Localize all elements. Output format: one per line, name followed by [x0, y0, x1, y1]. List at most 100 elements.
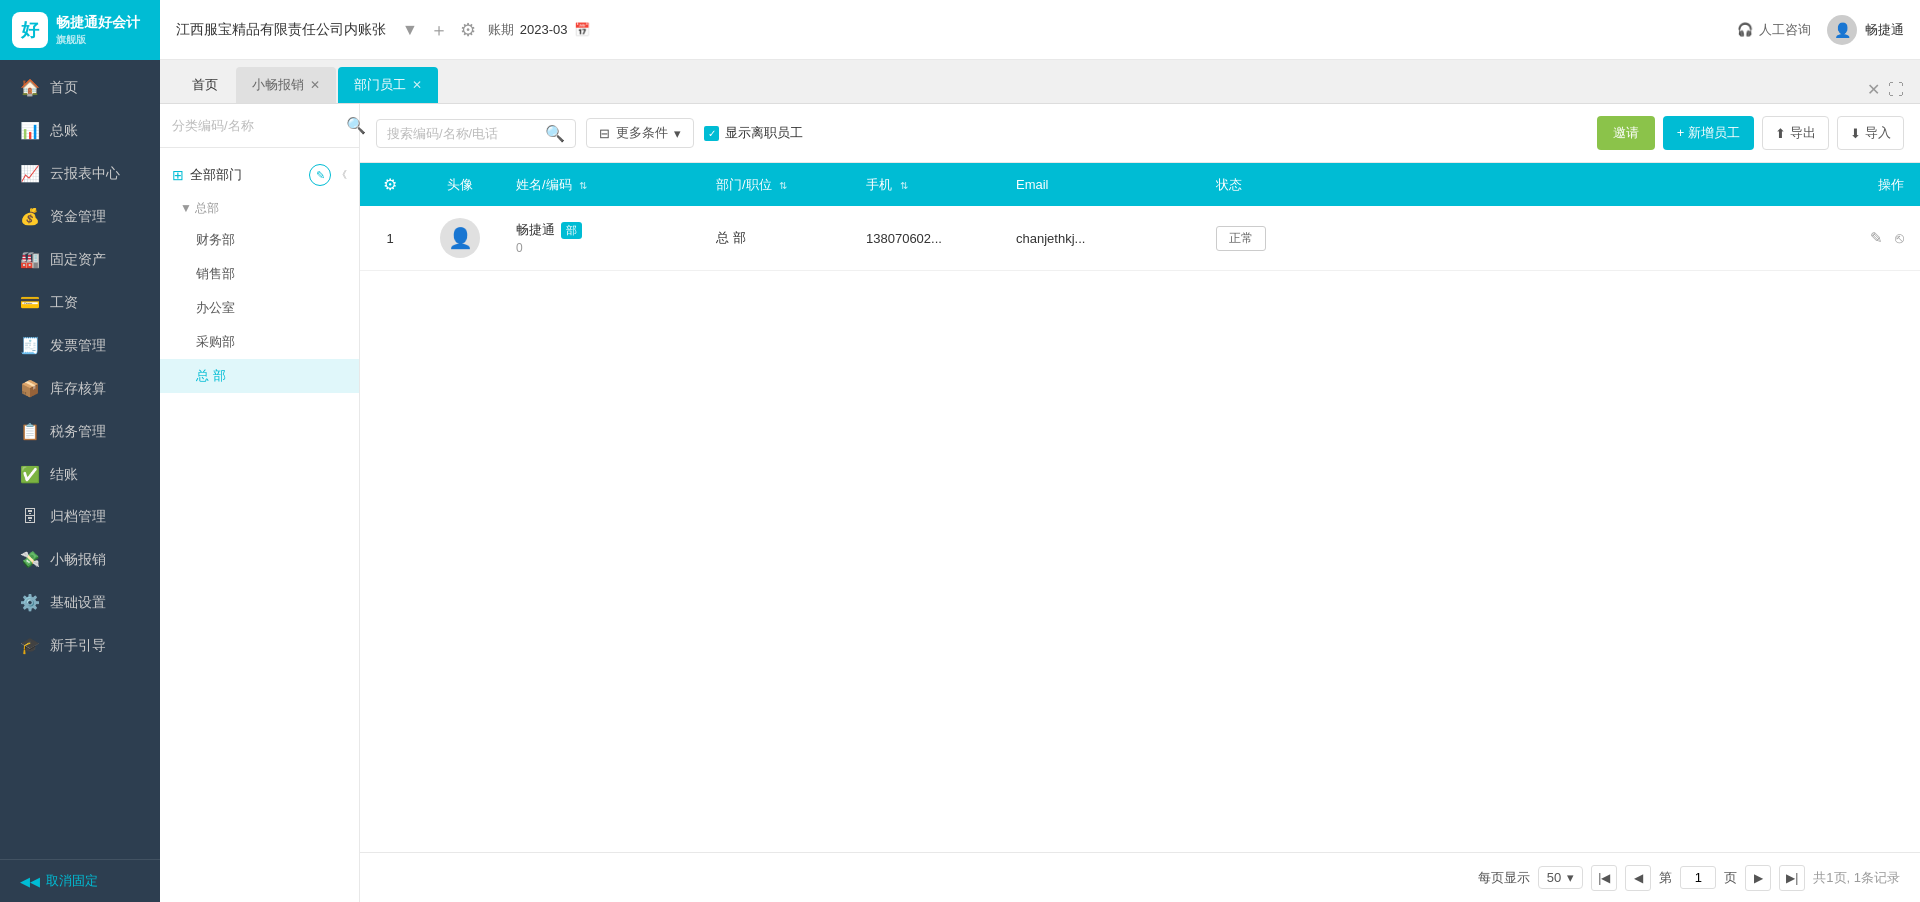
company-dropdown-icon[interactable]: ▼	[402, 21, 418, 39]
name-col-header[interactable]: 姓名/编码 ⇅	[500, 163, 700, 206]
dept-col-label: 部门/职位	[716, 177, 772, 192]
sidebar-item-label: 小畅报销	[50, 551, 106, 569]
dept-item-office[interactable]: 办公室	[160, 291, 359, 325]
sidebar-item-close[interactable]: ✅ 结账	[0, 453, 160, 496]
phone-sort-icon[interactable]: ⇅	[900, 180, 908, 191]
sidebar-item-tax[interactable]: 📋 税务管理	[0, 410, 160, 453]
support-label: 人工咨询	[1759, 21, 1811, 39]
sidebar-item-finance[interactable]: 💰 资金管理	[0, 195, 160, 238]
sidebar-item-home[interactable]: 🏠 首页	[0, 66, 160, 109]
dept-col-header[interactable]: 部门/职位 ⇅	[700, 163, 850, 206]
dept-group-zongbu: ▼ 总部	[160, 194, 359, 223]
sidebar-item-label: 云报表中心	[50, 165, 120, 183]
sidebar-item-label: 库存核算	[50, 380, 106, 398]
sidebar: 好 畅捷通好会计 旗舰版 🏠 首页 📊 总账 📈 云报表中心 💰 资金管理 🏭 …	[0, 0, 160, 902]
dept-item-procurement[interactable]: 采购部	[160, 325, 359, 359]
dept-panel: 🔍 ⊞ 全部部门 ✎ 《 ▼ 总部 财务部 销售部 办公室 采购部 总 部	[160, 104, 360, 902]
expense-icon: 💸	[20, 550, 40, 569]
employee-name-text: 畅捷通	[516, 221, 555, 239]
add-employee-button[interactable]: + 新增员工	[1663, 116, 1754, 150]
settings-col-header[interactable]: ⚙	[360, 163, 420, 206]
period-value: 2023-03	[520, 22, 568, 37]
sidebar-item-invoice[interactable]: 🧾 发票管理	[0, 324, 160, 367]
import-label: 导入	[1865, 124, 1891, 142]
logout-employee-icon[interactable]: ⎋	[1895, 229, 1904, 246]
close-employees-tab-icon[interactable]: ✕	[412, 78, 422, 92]
close-expense-tab-icon[interactable]: ✕	[310, 78, 320, 92]
actions-col-header: 操作	[1400, 163, 1920, 206]
tab-expense[interactable]: 小畅报销 ✕	[236, 67, 336, 103]
total-info: 共1页, 1条记录	[1813, 869, 1900, 887]
collapse-icon[interactable]: 《	[337, 168, 347, 182]
dept-item-zongbu[interactable]: 总 部	[160, 359, 359, 393]
home-icon: 🏠	[20, 78, 40, 97]
next-page-button[interactable]: ▶	[1745, 865, 1771, 891]
grid-icon: ⊞	[172, 167, 184, 183]
show-resigned-checkbox[interactable]: ✓	[704, 126, 719, 141]
topbar-settings-icon[interactable]: ⚙	[460, 19, 476, 41]
sidebar-item-guide[interactable]: 🎓 新手引导	[0, 624, 160, 667]
cancel-pin-button[interactable]: ◀◀ 取消固定	[0, 859, 160, 902]
expand-tab-action-icon[interactable]: ⛶	[1888, 81, 1904, 99]
sidebar-item-label: 税务管理	[50, 423, 106, 441]
status-col-header: 状态	[1200, 163, 1400, 206]
ledger-icon: 📊	[20, 121, 40, 140]
edit-employee-icon[interactable]: ✎	[1870, 229, 1883, 246]
page-size-select[interactable]: 50 ▾	[1538, 866, 1583, 889]
table-row: 1 👤 畅捷通 部 0 总 部	[360, 206, 1920, 271]
sidebar-item-ledger[interactable]: 📊 总账	[0, 109, 160, 152]
export-icon: ⬆	[1775, 126, 1786, 141]
dept-item-finance[interactable]: 财务部	[160, 223, 359, 257]
tab-home[interactable]: 首页	[176, 67, 234, 103]
avatar: 👤	[1827, 15, 1857, 45]
app-logo: 好 畅捷通好会计 旗舰版	[0, 0, 160, 60]
all-dept-label: 全部部门	[190, 166, 242, 184]
all-dept-header[interactable]: ⊞ 全部部门 ✎ 《	[160, 156, 359, 194]
close-tab-action-icon[interactable]: ✕	[1867, 80, 1880, 99]
export-button[interactable]: ⬆ 导出	[1762, 116, 1829, 150]
sidebar-item-assets[interactable]: 🏭 固定资产	[0, 238, 160, 281]
invite-button[interactable]: 邀请	[1597, 116, 1655, 150]
sidebar-item-inventory[interactable]: 📦 库存核算	[0, 367, 160, 410]
period-label: 账期	[488, 21, 514, 39]
sidebar-item-label: 基础设置	[50, 594, 106, 612]
row-email: chanjethkj...	[1000, 206, 1200, 271]
dept-search-input[interactable]	[172, 118, 340, 133]
left-arrow-icon: ◀◀	[20, 874, 40, 889]
user-menu[interactable]: 👤 畅捷通	[1827, 15, 1904, 45]
dept-item-sales[interactable]: 销售部	[160, 257, 359, 291]
page-number-input[interactable]	[1680, 866, 1716, 889]
edit-dept-icon[interactable]: ✎	[309, 164, 331, 186]
employee-name: 畅捷通 部	[516, 221, 684, 239]
sidebar-item-payroll[interactable]: 💳 工资	[0, 281, 160, 324]
page-size-value: 50	[1547, 870, 1561, 885]
topbar-right: 🎧 人工咨询 👤 畅捷通	[1737, 15, 1904, 45]
tabs-right-actions: ✕ ⛶	[1867, 80, 1904, 103]
tab-employees[interactable]: 部门员工 ✕	[338, 67, 438, 103]
sidebar-item-settings[interactable]: ⚙️ 基础设置	[0, 581, 160, 624]
last-page-button[interactable]: ▶|	[1779, 865, 1805, 891]
sidebar-item-reports[interactable]: 📈 云报表中心	[0, 152, 160, 195]
first-page-button[interactable]: |◀	[1591, 865, 1617, 891]
dept-sort-icon[interactable]: ⇅	[779, 180, 787, 191]
row-avatar: 👤	[420, 206, 500, 271]
avatar-image: 👤	[440, 218, 480, 258]
invoice-icon: 🧾	[20, 336, 40, 355]
add-company-icon[interactable]: ＋	[430, 18, 448, 42]
calendar-icon[interactable]: 📅	[574, 22, 590, 37]
tabs-bar: 首页 小畅报销 ✕ 部门员工 ✕ ✕ ⛶	[160, 60, 1920, 104]
status-badge: 正常	[1216, 226, 1266, 251]
row-num: 1	[360, 206, 420, 271]
show-resigned-toggle[interactable]: ✓ 显示离职员工	[704, 124, 803, 142]
avatar-col-header: 头像	[420, 163, 500, 206]
support-button[interactable]: 🎧 人工咨询	[1737, 21, 1811, 39]
name-sort-icon[interactable]: ⇅	[579, 180, 587, 191]
phone-col-header[interactable]: 手机 ⇅	[850, 163, 1000, 206]
filter-button[interactable]: ⊟ 更多条件 ▾	[586, 118, 694, 148]
prev-page-button[interactable]: ◀	[1625, 865, 1651, 891]
phone-col-label: 手机	[866, 177, 892, 192]
sidebar-item-expense[interactable]: 💸 小畅报销	[0, 538, 160, 581]
employee-search-input[interactable]	[387, 126, 539, 141]
sidebar-item-archive[interactable]: 🗄 归档管理	[0, 496, 160, 538]
import-button[interactable]: ⬇ 导入	[1837, 116, 1904, 150]
